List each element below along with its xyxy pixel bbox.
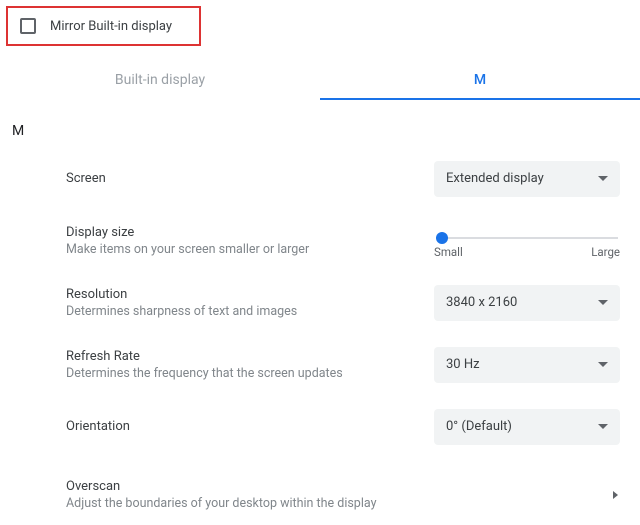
display-size-title: Display size	[66, 225, 414, 240]
screen-dropdown[interactable]: Extended display	[434, 161, 620, 197]
chevron-down-icon	[598, 176, 608, 181]
overscan-title: Overscan	[66, 479, 593, 494]
chevron-down-icon	[598, 424, 608, 429]
slider-max-label: Large	[591, 245, 620, 259]
orientation-dropdown[interactable]: 0° (Default)	[434, 409, 620, 445]
display-tabs: Built-in display M	[0, 64, 640, 101]
row-screen: Screen Extended display	[66, 147, 620, 209]
mirror-label: Mirror Built-in display	[50, 19, 172, 34]
refresh-rate-subtitle: Determines the frequency that the screen…	[66, 366, 414, 381]
orientation-title: Orientation	[66, 419, 414, 434]
resolution-subtitle: Determines sharpness of text and images	[66, 304, 414, 319]
orientation-value: 0° (Default)	[446, 419, 512, 434]
chevron-down-icon	[598, 300, 608, 305]
row-resolution: Resolution Determines sharpness of text …	[66, 271, 620, 333]
refresh-rate-dropdown[interactable]: 30 Hz	[434, 347, 620, 383]
tab-built-in-display[interactable]: Built-in display	[0, 64, 320, 100]
screen-value: Extended display	[446, 171, 544, 186]
refresh-rate-value: 30 Hz	[446, 357, 480, 372]
row-display-size: Display size Make items on your screen s…	[66, 209, 620, 271]
overscan-subtitle: Adjust the boundaries of your desktop wi…	[66, 496, 593, 511]
screen-title: Screen	[66, 171, 414, 186]
slider-thumb[interactable]	[436, 232, 448, 244]
slider-track[interactable]	[436, 237, 618, 239]
resolution-value: 3840 x 2160	[446, 295, 517, 310]
display-size-subtitle: Make items on your screen smaller or lar…	[66, 242, 414, 257]
resolution-dropdown[interactable]: 3840 x 2160	[434, 285, 620, 321]
section-title: M	[12, 123, 640, 139]
refresh-rate-title: Refresh Rate	[66, 349, 414, 364]
chevron-down-icon	[598, 362, 608, 367]
mirror-checkbox-row[interactable]: Mirror Built-in display	[6, 6, 201, 46]
row-overscan[interactable]: Overscan Adjust the boundaries of your d…	[66, 463, 620, 525]
mirror-checkbox[interactable]	[20, 18, 36, 34]
display-size-slider[interactable]: Small Large	[434, 223, 620, 259]
row-refresh-rate: Refresh Rate Determines the frequency th…	[66, 333, 620, 395]
chevron-right-icon	[613, 491, 618, 499]
row-orientation: Orientation 0° (Default)	[66, 395, 620, 457]
settings-list: Screen Extended display Display size Mak…	[0, 139, 640, 525]
tab-m[interactable]: M	[320, 64, 640, 100]
resolution-title: Resolution	[66, 287, 414, 302]
slider-min-label: Small	[434, 245, 463, 259]
